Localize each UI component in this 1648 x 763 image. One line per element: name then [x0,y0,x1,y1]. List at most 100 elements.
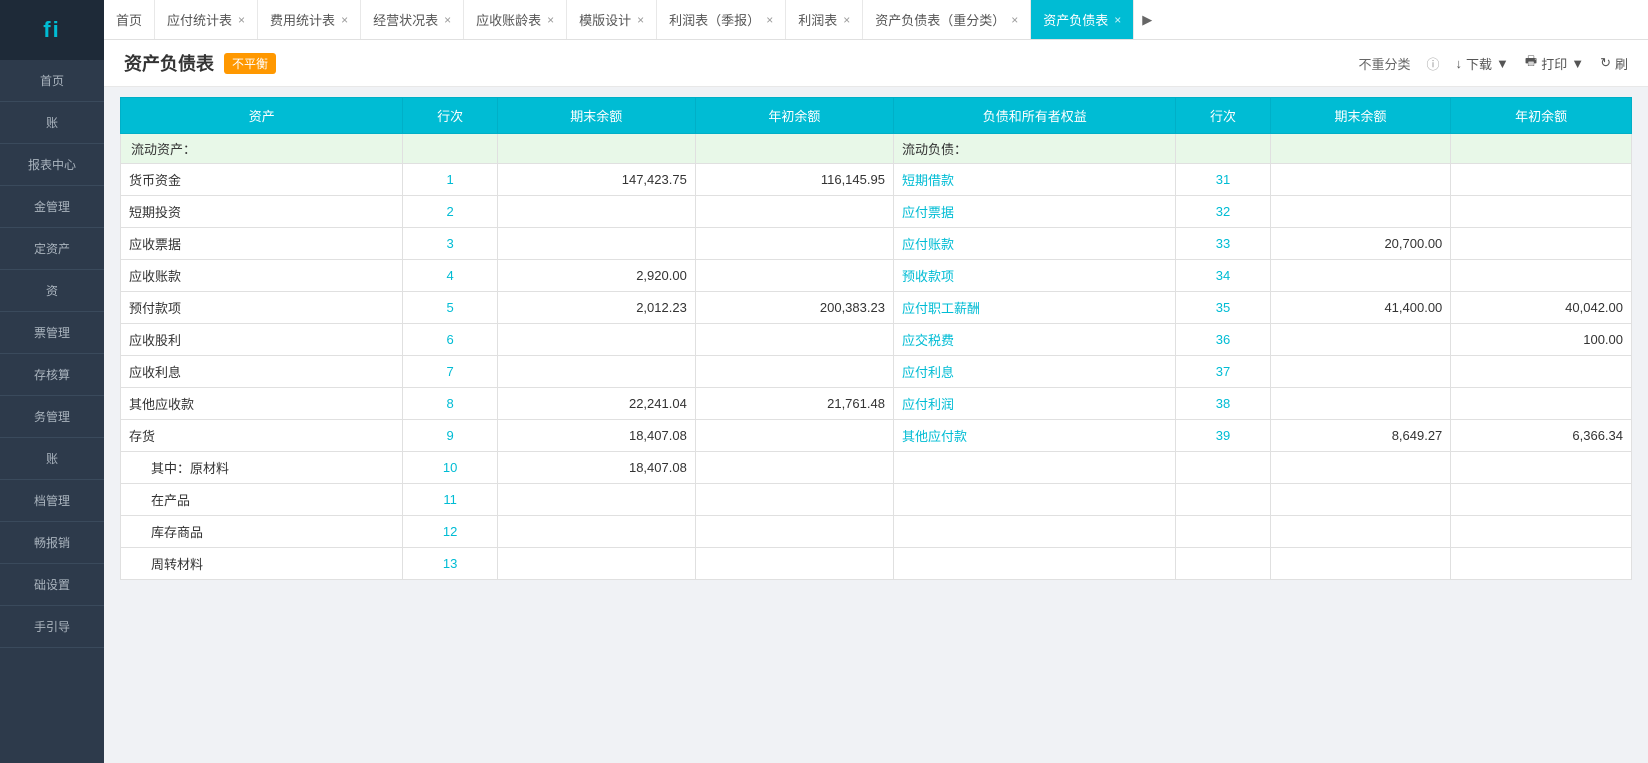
sidebar-item-report-center[interactable]: 报表中心 [0,144,104,186]
col-liabilities: 负债和所有者权益 [893,98,1175,134]
close-icon[interactable]: × [843,13,850,27]
header-actions: 不重分类 ⓘ ↓ 下载 ▼ 🖶 打印 ▼ ↻ 刷 [1358,52,1628,74]
row-num-right: 31 [1176,164,1270,196]
tab-payable-stats[interactable]: 应付统计表 × [155,0,258,39]
begin-balance-left [695,324,893,356]
end-balance-left: 22,241.04 [497,388,695,420]
asset-name: 在产品 [121,484,403,516]
tab-profit-quarterly-label: 利润表（季报） [669,10,760,29]
sidebar-item-home[interactable]: 首页 [0,60,104,102]
end-balance-right [1270,324,1451,356]
main-content: 首页 应付统计表 × 费用统计表 × 经营状况表 × 应收账龄表 × 模版设计 … [104,0,1648,763]
tab-scroll-right[interactable]: ▶ [1134,0,1160,39]
end-balance-left [497,548,695,580]
table-row[interactable]: 预付款项 5 2,012.23 200,383.23 应付职工薪酬 35 41,… [121,292,1632,324]
liability-name [893,516,1175,548]
end-balance-right [1270,164,1451,196]
row-num-left: 4 [403,260,497,292]
sidebar-item-account[interactable]: 账 [0,102,104,144]
table-row[interactable]: 应收利息 7 应付利息 37 [121,356,1632,388]
row-num-left: 7 [403,356,497,388]
begin-balance-right: 6,366.34 [1451,420,1632,452]
tab-business-status[interactable]: 经营状况表 × [361,0,464,39]
begin-balance-right [1451,164,1632,196]
refresh-button[interactable]: ↻ 刷 [1600,54,1628,73]
table-row[interactable]: 短期投资 2 应付票据 32 [121,196,1632,228]
close-icon[interactable]: × [637,13,644,27]
tab-receivable-aging[interactable]: 应收账龄表 × [464,0,567,39]
table-row[interactable]: 周转材料 13 [121,548,1632,580]
begin-balance-left [695,484,893,516]
close-icon[interactable]: × [1011,13,1018,27]
sidebar-item-document[interactable]: 档管理 [0,480,104,522]
section-right-label: 流动负债： [893,134,1175,164]
sidebar-item-expense[interactable]: 畅报销 [0,522,104,564]
sidebar-item-business[interactable]: 务管理 [0,396,104,438]
row-num-right: 38 [1176,388,1270,420]
chevron-down-icon: ▼ [1571,56,1584,71]
sidebar-item-fund[interactable]: 金管理 [0,186,104,228]
close-icon[interactable]: × [341,13,348,27]
close-icon[interactable]: × [547,13,554,27]
table-row[interactable]: 应收票据 3 应付账款 33 20,700.00 [121,228,1632,260]
sidebar-item-fixed-assets[interactable]: 定资产 [0,228,104,270]
download-button[interactable]: ↓ 下载 ▼ [1456,54,1509,73]
asset-name: 其他应收款 [121,388,403,420]
sidebar: fi 首页 账 报表中心 金管理 定资产 资 票管理 存核算 务管理 账 档管理… [0,0,104,763]
tab-balance-reclassified[interactable]: 资产负债表（重分类） × [863,0,1031,39]
tab-template-design[interactable]: 模版设计 × [567,0,657,39]
tab-profit[interactable]: 利润表 × [786,0,863,39]
print-button[interactable]: 🖶 打印 ▼ [1525,52,1584,74]
tab-payable-stats-label: 应付统计表 [167,10,232,29]
sidebar-item-investment[interactable]: 资 [0,270,104,312]
begin-balance-right [1451,260,1632,292]
end-balance-left: 147,423.75 [497,164,695,196]
table-row[interactable]: 货币资金 1 147,423.75 116,145.95 短期借款 31 [121,164,1632,196]
liability-name: 应交税费 [893,324,1175,356]
table-row[interactable]: 应收账款 4 2,920.00 预收款项 34 [121,260,1632,292]
row-num-left: 3 [403,228,497,260]
begin-balance-left: 21,761.48 [695,388,893,420]
refresh-icon: ↻ [1600,55,1611,71]
col-row-num-left: 行次 [403,98,497,134]
close-icon[interactable]: × [1114,13,1121,27]
help-icon[interactable]: ⓘ [1427,54,1440,73]
sidebar-item-invoice[interactable]: 票管理 [0,312,104,354]
tab-profit-quarterly[interactable]: 利润表（季报） × [657,0,786,39]
close-icon[interactable]: × [238,13,245,27]
table-row[interactable]: 其他应收款 8 22,241.04 21,761.48 应付利润 38 [121,388,1632,420]
col-end-balance-right: 期末余额 [1270,98,1451,134]
sidebar-item-inventory[interactable]: 存核算 [0,354,104,396]
tab-home[interactable]: 首页 [104,0,155,39]
col-begin-balance-right: 年初余额 [1451,98,1632,134]
end-balance-right [1270,260,1451,292]
not-classify-label[interactable]: 不重分类 [1358,54,1410,73]
close-icon[interactable]: × [444,13,451,27]
sidebar-item-settings[interactable]: 础设置 [0,564,104,606]
table-row[interactable]: 存货 9 18,407.08 其他应付款 39 8,649.27 6,366.3… [121,420,1632,452]
balance-sheet-table: 资产 行次 期末余额 年初余额 负债和所有者权益 行次 期末余额 年初余额 流动… [120,97,1632,580]
begin-balance-left [695,516,893,548]
liability-name: 应付票据 [893,196,1175,228]
table-row[interactable]: 库存商品 12 [121,516,1632,548]
row-num-left: 8 [403,388,497,420]
table-row[interactable]: 在产品 11 [121,484,1632,516]
asset-name: 存货 [121,420,403,452]
tab-expense-stats[interactable]: 费用统计表 × [258,0,361,39]
col-assets: 资产 [121,98,403,134]
liability-name [893,548,1175,580]
table-row[interactable]: 应收股利 6 应交税费 36 100.00 [121,324,1632,356]
row-num-right: 34 [1176,260,1270,292]
download-icon: ↓ [1456,56,1463,71]
end-balance-left [497,196,695,228]
end-balance-left: 2,012.23 [497,292,695,324]
tab-template-design-label: 模版设计 [579,10,631,29]
begin-balance-right [1451,228,1632,260]
end-balance-left: 2,920.00 [497,260,695,292]
col-begin-balance-left: 年初余额 [695,98,893,134]
close-icon[interactable]: × [766,13,773,27]
tab-balance-sheet[interactable]: 资产负债表 × [1031,0,1134,39]
sidebar-item-guide[interactable]: 手引导 [0,606,104,648]
table-row[interactable]: 其中：原材料 10 18,407.08 [121,452,1632,484]
sidebar-item-ledger[interactable]: 账 [0,438,104,480]
